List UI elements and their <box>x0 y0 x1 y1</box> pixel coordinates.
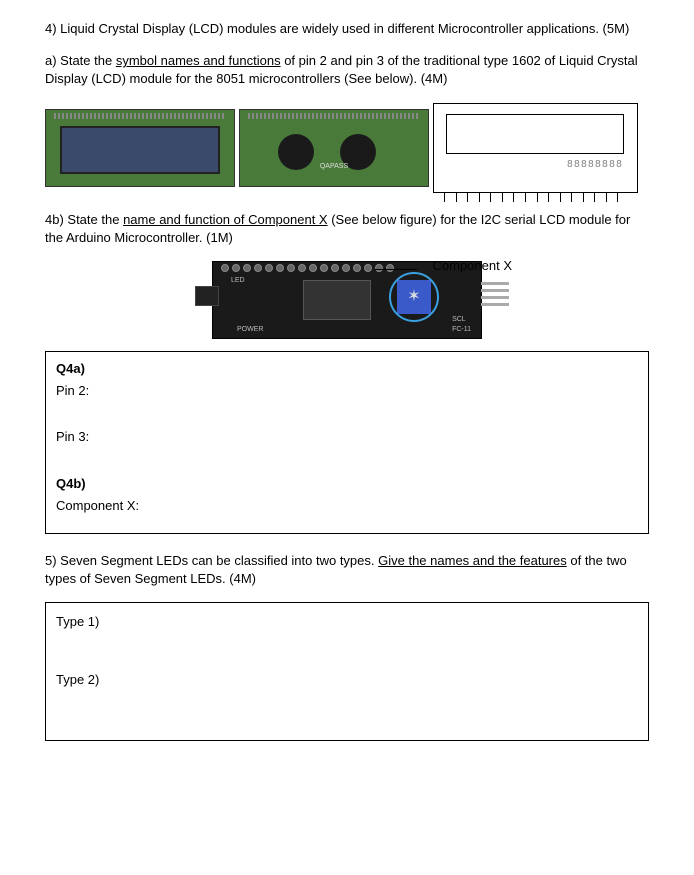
q4-intro: 4) Liquid Crystal Display (LCD) modules … <box>45 20 649 38</box>
q4b-text: 4b) State the name and function of Compo… <box>45 211 649 247</box>
lcd-front-image <box>45 109 235 187</box>
lcd-back-label: QAPASS <box>320 162 348 172</box>
q4b-heading: Q4b) <box>56 475 638 493</box>
component-x-leader <box>375 269 417 270</box>
q5-type2: Type 2) <box>56 671 638 689</box>
component-x-label: Component X <box>433 257 513 275</box>
i2c-text: SCLFC-11 <box>452 315 471 335</box>
q4a-pre: a) State the <box>45 53 116 68</box>
q5-type1: Type 1) <box>56 613 638 631</box>
q4a-underline: symbol names and functions <box>116 53 281 68</box>
i2c-jack <box>195 286 219 306</box>
lcd-diagram-digits: 88888888 <box>567 158 623 172</box>
q5-text: 5) Seven Segment LEDs can be classified … <box>45 552 649 588</box>
q5-answer-box: Type 1) Type 2) <box>45 602 649 740</box>
q4-answer-box: Q4a) Pin 2: Pin 3: Q4b) Component X: <box>45 351 649 534</box>
q4a-heading: Q4a) <box>56 360 638 378</box>
i2c-potentiometer: ✶ <box>397 280 431 314</box>
lcd-diagram-pins <box>444 192 627 204</box>
lcd-image-row: QAPASS 88888888 <box>45 103 649 193</box>
i2c-power-label: POWER <box>237 325 263 335</box>
i2c-image-row: LED ✶ SCLFC-11 POWER Component X <box>45 261 649 339</box>
q4b-pre: 4b) State the <box>45 212 123 227</box>
q5-pre: 5) Seven Segment LEDs can be classified … <box>45 553 378 568</box>
lcd-back-image: QAPASS <box>239 109 429 187</box>
q4b-underline: name and function of Component X <box>123 212 328 227</box>
i2c-chip <box>303 280 371 320</box>
i2c-header-pins <box>481 282 509 306</box>
lcd-diagram-screen <box>446 114 624 154</box>
q4b-componentx: Component X: <box>56 497 638 515</box>
q4a-pin2: Pin 2: <box>56 382 638 400</box>
q5-underline: Give the names and the features <box>378 553 567 568</box>
lcd-blob-1 <box>278 134 314 170</box>
lcd-diagram: 88888888 <box>433 103 638 193</box>
lcd-screen <box>60 126 220 174</box>
q4a-text: a) State the symbol names and functions … <box>45 52 649 88</box>
i2c-led-label: LED <box>231 276 245 286</box>
q4a-pin3: Pin 3: <box>56 428 638 446</box>
